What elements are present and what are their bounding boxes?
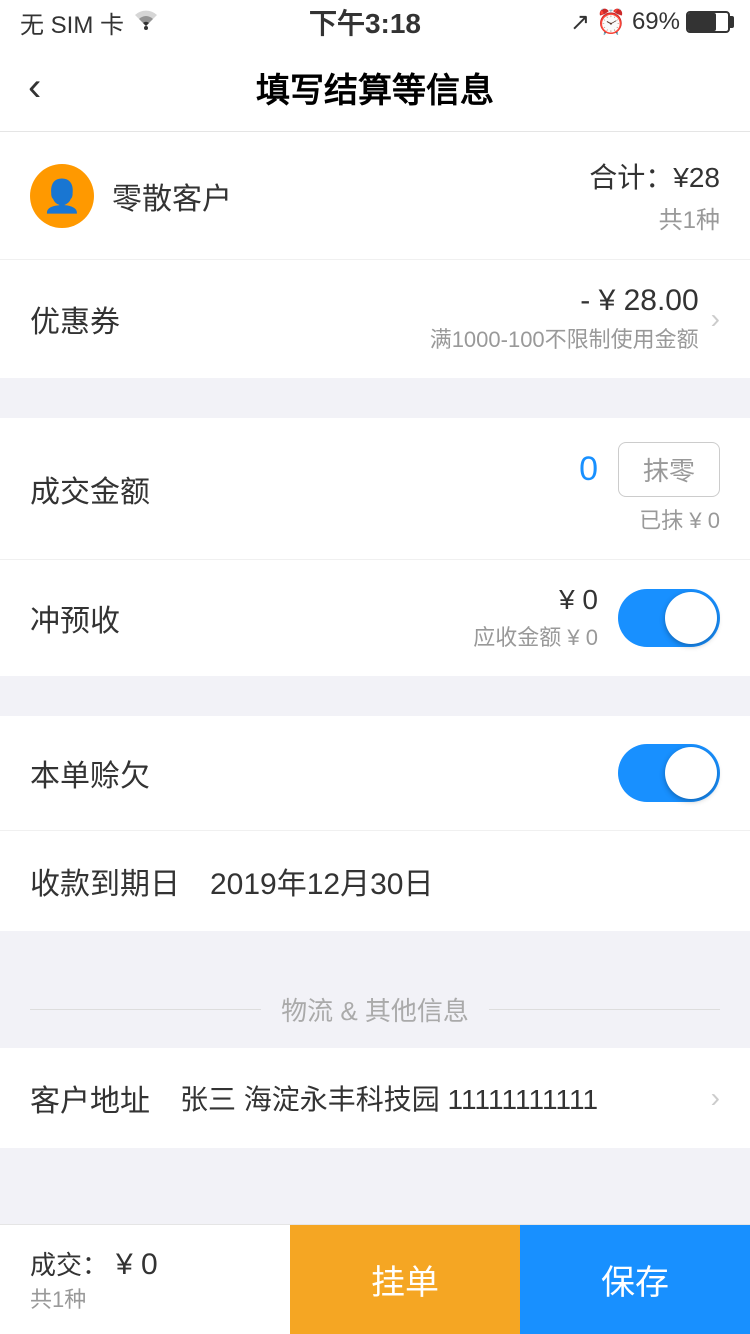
coupon-desc: 满1000-100不限制使用金额	[430, 322, 699, 354]
address-chevron-icon: ›	[711, 1082, 720, 1114]
deal-sub-text: 已抹 ¥ 0	[639, 503, 720, 535]
status-time: 下午3:18	[309, 2, 421, 42]
deal-amount-right: 0 抹零 已抹 ¥ 0	[579, 442, 720, 535]
avatar-icon: 👤	[42, 177, 82, 215]
coupon-label: 优惠券	[30, 297, 120, 341]
prepay-right: ¥ 0 应收金额 ¥ 0	[473, 584, 720, 652]
total-count: 共1种	[589, 200, 720, 235]
total-price: 合计：¥28	[589, 156, 720, 196]
divider-1	[0, 398, 750, 418]
status-left: 无 SIM 卡	[20, 5, 160, 40]
address-section: 客户地址 张三 海淀永丰科技园 11111111111 ›	[0, 1048, 750, 1148]
prepay-amounts: ¥ 0 应收金额 ¥ 0	[473, 584, 598, 652]
deal-amount-label: 成交金额	[30, 467, 150, 511]
deal-amount-value: 0	[579, 450, 598, 489]
due-date-label: 收款到期日	[30, 859, 180, 903]
bottom-deal-value: ¥ 0	[116, 1248, 158, 1282]
bottom-info: 成交： ¥ 0 共1种	[0, 1225, 290, 1334]
coupon-right: - ¥ 28.00 满1000-100不限制使用金额 ›	[430, 284, 720, 354]
customer-info: 👤 零散客户	[30, 164, 232, 228]
deal-section: 成交金额 0 抹零 已抹 ¥ 0 冲预收 ¥ 0 应收金额 ¥ 0	[0, 418, 750, 676]
bottom-deal-label: 成交：	[30, 1245, 108, 1282]
back-icon: ‹	[28, 65, 41, 110]
battery-percent: 69%	[632, 8, 680, 36]
chevron-right-icon: ›	[711, 303, 720, 335]
battery-icon	[686, 11, 730, 33]
address-row[interactable]: 客户地址 张三 海淀永丰科技园 11111111111 ›	[0, 1048, 750, 1148]
logistics-header: 物流 & 其他信息	[0, 971, 750, 1048]
bottom-bar: 成交： ¥ 0 共1种 挂单 保存	[0, 1224, 750, 1334]
divider-3	[0, 951, 750, 971]
alarm-icon: ⏰	[596, 8, 626, 37]
address-value: 张三 海淀永丰科技园 11111111111	[180, 1078, 598, 1118]
hang-order-button[interactable]: 挂单	[290, 1225, 520, 1334]
due-date-row: 收款到期日 2019年12月30日	[0, 830, 750, 931]
nav-bar: ‹ 填写结算等信息	[0, 44, 750, 132]
status-right: ↗ ⏰ 69%	[570, 8, 730, 37]
header-line-left	[30, 1009, 261, 1010]
prepay-row: 冲预收 ¥ 0 应收金额 ¥ 0	[0, 559, 750, 676]
credit-label: 本单赊欠	[30, 751, 150, 795]
prepay-amount: ¥ 0	[473, 584, 598, 616]
logistics-label: 物流 & 其他信息	[281, 991, 469, 1028]
prepay-toggle[interactable]	[618, 589, 720, 647]
coupon-row[interactable]: 优惠券 - ¥ 28.00 满1000-100不限制使用金额 ›	[0, 259, 750, 378]
divider-2	[0, 696, 750, 716]
credit-toggle-knob	[665, 747, 717, 799]
no-sim-text: 无 SIM 卡	[20, 5, 124, 40]
page-title: 填写结算等信息	[256, 63, 494, 112]
credit-row: 本单赊欠	[0, 716, 750, 830]
deal-amount-row: 成交金额 0 抹零 已抹 ¥ 0	[0, 418, 750, 559]
customer-total: 合计：¥28 共1种	[589, 156, 720, 235]
bottom-deal-line: 成交： ¥ 0	[30, 1245, 260, 1282]
save-button[interactable]: 保存	[520, 1225, 750, 1334]
avatar: 👤	[30, 164, 94, 228]
due-date-value: 2019年12月30日	[210, 859, 433, 903]
customer-name: 零散客户	[112, 174, 232, 218]
coupon-amount: - ¥ 28.00	[430, 284, 699, 318]
deal-right: 0 抹零	[579, 442, 720, 497]
back-button[interactable]: ‹	[28, 65, 41, 110]
credit-toggle[interactable]	[618, 744, 720, 802]
address-left: 客户地址 张三 海淀永丰科技园 11111111111	[30, 1076, 598, 1120]
prepay-label: 冲预收	[30, 596, 120, 640]
round-zero-button[interactable]: 抹零	[618, 442, 720, 497]
customer-row: 👤 零散客户 合计：¥28 共1种	[0, 132, 750, 259]
wifi-icon	[132, 8, 160, 37]
location-icon: ↗	[570, 8, 590, 37]
coupon-info: - ¥ 28.00 满1000-100不限制使用金额	[430, 284, 699, 354]
bottom-count: 共1种	[30, 1282, 260, 1314]
prepay-receivable: 应收金额 ¥ 0	[473, 620, 598, 652]
credit-section: 本单赊欠 收款到期日 2019年12月30日	[0, 716, 750, 931]
toggle-knob	[665, 592, 717, 644]
header-line-right	[489, 1009, 720, 1010]
address-label: 客户地址	[30, 1076, 150, 1120]
status-bar: 无 SIM 卡 下午3:18 ↗ ⏰ 69%	[0, 0, 750, 44]
customer-section: 👤 零散客户 合计：¥28 共1种 优惠券 - ¥ 28.00 满1000-10…	[0, 132, 750, 378]
